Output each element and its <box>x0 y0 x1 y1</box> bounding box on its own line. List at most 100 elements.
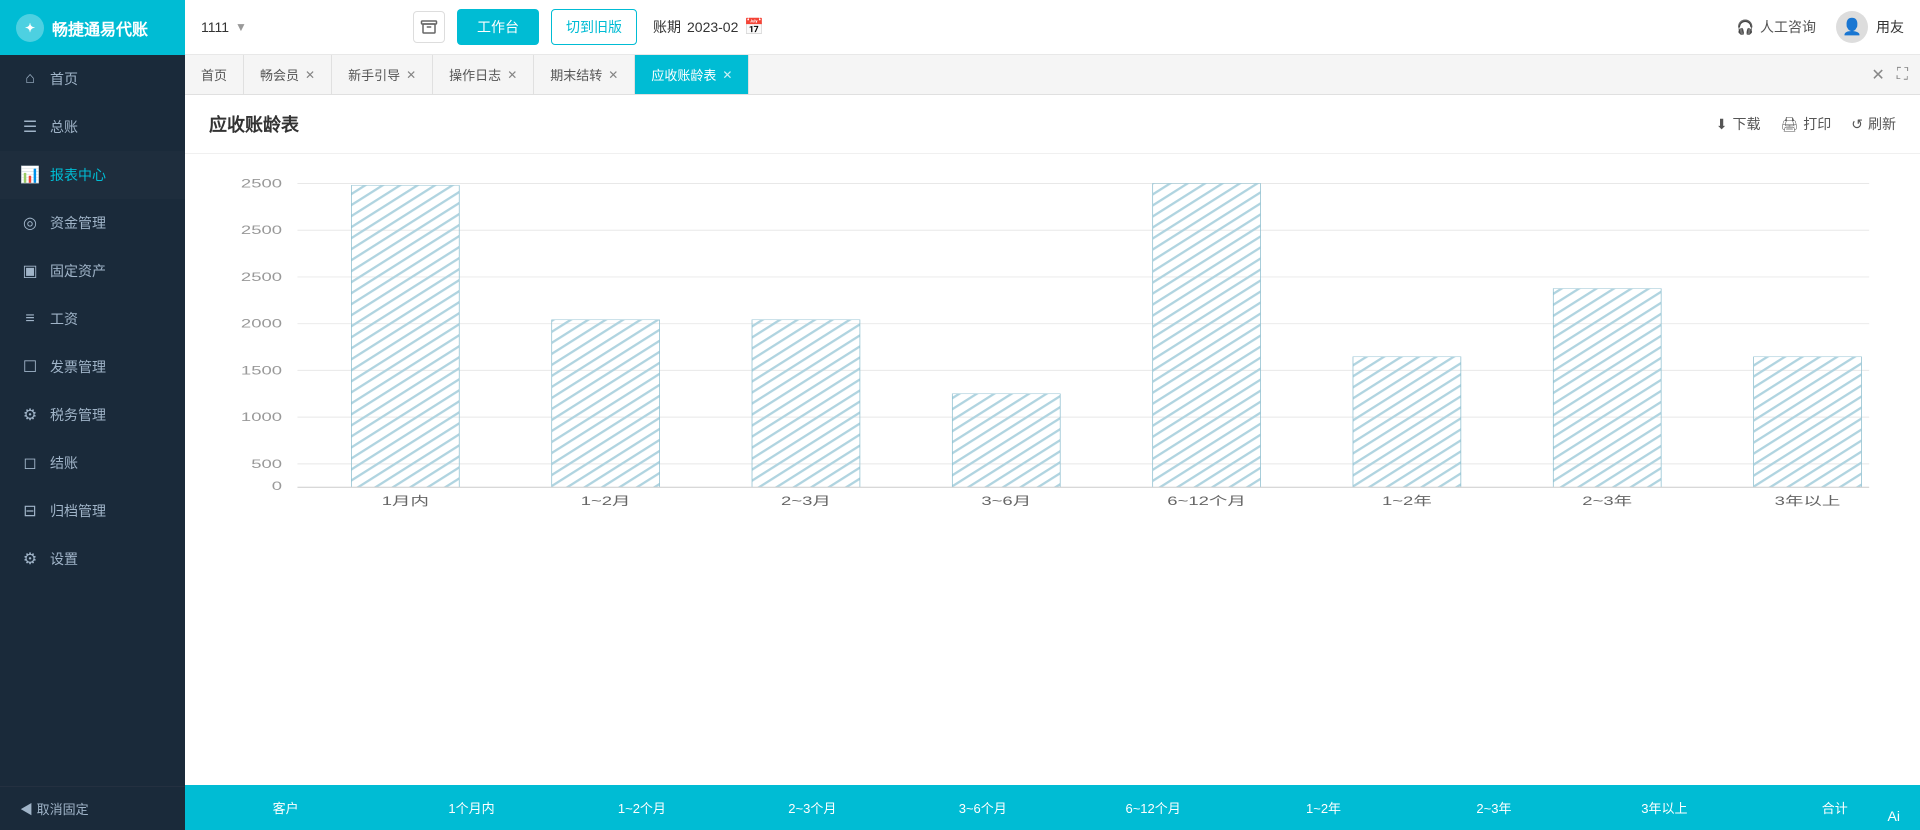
svg-text:2~3月: 2~3月 <box>781 495 831 508</box>
table-th-客户: 客户 <box>185 798 386 817</box>
sidebar-label-home: 首页 <box>50 69 78 89</box>
sidebar-icon-settings: ⚙ <box>20 549 40 569</box>
sidebar-logo: ✦ 畅捷通易代账 <box>0 0 185 55</box>
topbar: 1111 ▼ 工作台 切到旧版 账期 2023-02 📅 🎧 人工咨询 👤 用友 <box>185 0 1920 55</box>
sidebar-item-invoice[interactable]: ☐ 发票管理 <box>0 343 185 391</box>
table-th-3~6个月: 3~6个月 <box>898 798 1068 817</box>
svg-text:6~12个月: 6~12个月 <box>1167 494 1246 508</box>
tab-label-guide: 新手引导 <box>348 65 400 84</box>
avatar: 👤 <box>1836 11 1868 43</box>
sidebar-icon-checkout: ◻ <box>20 453 40 473</box>
sidebar-label-reports: 报表中心 <box>50 165 106 185</box>
tab-close-guide[interactable]: ✕ <box>406 68 416 82</box>
sidebar-item-funds[interactable]: ◎ 资金管理 <box>0 199 185 247</box>
tabbar-actions: ✕ ⛶ <box>1859 55 1920 94</box>
support-button[interactable]: 🎧 人工咨询 <box>1737 17 1816 37</box>
tab-label-member: 畅会员 <box>260 65 299 84</box>
tab-label-period-end: 期末结转 <box>550 65 602 84</box>
archive-button[interactable] <box>413 11 445 43</box>
user-name: 用友 <box>1876 17 1904 37</box>
tab-member[interactable]: 畅会员 ✕ <box>244 55 332 94</box>
sidebar-label-settings: 设置 <box>50 549 78 569</box>
period-display: 账期 2023-02 📅 <box>653 17 764 37</box>
user-menu[interactable]: 👤 用友 <box>1836 11 1904 43</box>
sidebar-label-assets: 固定资产 <box>50 261 106 281</box>
company-dropdown-icon: ▼ <box>235 20 247 34</box>
tabbar: 首页 畅会员 ✕ 新手引导 ✕ 操作日志 ✕ 期末结转 ✕ 应收账龄表 ✕ ✕ ⛶ <box>185 55 1920 95</box>
tab-label-log: 操作日志 <box>449 65 501 84</box>
sidebar-nav: ⌂ 首页 ☰ 总账 📊 报表中心 ◎ 资金管理 ▣ 固定资产 ≡ 工资 ☐ 发票… <box>0 55 185 786</box>
svg-text:3~6月: 3~6月 <box>981 495 1031 508</box>
ai-badge[interactable]: Ai <box>1868 802 1920 830</box>
print-button[interactable]: 🖨 打印 <box>1780 114 1831 134</box>
refresh-icon: ↺ <box>1851 116 1863 133</box>
refresh-button[interactable]: ↺ 刷新 <box>1851 114 1896 134</box>
sidebar-icon-invoice: ☐ <box>20 357 40 377</box>
sidebar-item-ledger[interactable]: ☰ 总账 <box>0 103 185 151</box>
workbench-button[interactable]: 工作台 <box>457 9 539 45</box>
chart-area: 2500 2500 2500 2000 1500 1000 500 0 1月内 <box>185 154 1920 785</box>
print-icon: 🖨 <box>1780 116 1798 133</box>
content-actions: ⬇ 下载 🖨 打印 ↺ 刷新 <box>1716 114 1896 134</box>
tab-guide[interactable]: 新手引导 ✕ <box>332 55 433 94</box>
svg-text:2500: 2500 <box>241 224 282 237</box>
table-th-2~3个月: 2~3个月 <box>727 798 897 817</box>
svg-text:2000: 2000 <box>241 318 282 331</box>
tab-close-aging[interactable]: ✕ <box>722 68 732 82</box>
sidebar-icon-ledger: ☰ <box>20 117 40 137</box>
sidebar-icon-reports: 📊 <box>20 165 40 185</box>
sidebar-icon-assets: ▣ <box>20 261 40 281</box>
table-header: 客户1个月内1~2个月2~3个月3~6个月6~12个月1~2年2~3年3年以上合… <box>185 785 1920 830</box>
sidebar-label-salary: 工资 <box>50 309 78 329</box>
table-th-6~12个月: 6~12个月 <box>1068 798 1238 817</box>
bar-3-6-month <box>952 394 1060 487</box>
bar-1-2-year <box>1353 357 1461 487</box>
tab-close-log[interactable]: ✕ <box>507 68 517 82</box>
sidebar-item-assets[interactable]: ▣ 固定资产 <box>0 247 185 295</box>
svg-text:2500: 2500 <box>241 178 282 191</box>
tab-close-member[interactable]: ✕ <box>305 68 315 82</box>
sidebar-item-archive[interactable]: ⊟ 归档管理 <box>0 487 185 535</box>
tab-period-end[interactable]: 期末结转 ✕ <box>534 55 635 94</box>
aging-chart: 2500 2500 2500 2000 1500 1000 500 0 1月内 <box>205 164 1900 534</box>
sidebar-label-funds: 资金管理 <box>50 213 106 233</box>
sidebar-icon-home: ⌂ <box>20 70 40 88</box>
expand-icon[interactable]: ⛶ <box>1897 66 1908 84</box>
refresh-label: 刷新 <box>1868 114 1896 134</box>
company-selector[interactable]: 1111 ▼ <box>201 19 401 35</box>
tab-label-aging: 应收账龄表 <box>651 65 716 84</box>
tab-log[interactable]: 操作日志 ✕ <box>433 55 534 94</box>
sidebar-item-salary[interactable]: ≡ 工资 <box>0 295 185 343</box>
tab-label-home: 首页 <box>201 65 227 84</box>
bar-1-month <box>351 185 459 487</box>
sidebar-item-settings[interactable]: ⚙ 设置 <box>0 535 185 583</box>
table-th-3年以上: 3年以上 <box>1579 798 1749 817</box>
table-th-1个月内: 1个月内 <box>386 798 556 817</box>
sidebar-item-checkout[interactable]: ◻ 结账 <box>0 439 185 487</box>
svg-text:2~3年: 2~3年 <box>1582 494 1632 508</box>
sidebar-label-checkout: 结账 <box>50 453 78 473</box>
tab-close-period-end[interactable]: ✕ <box>608 68 618 82</box>
tab-aging[interactable]: 应收账龄表 ✕ <box>635 55 749 94</box>
svg-text:0: 0 <box>272 480 282 493</box>
svg-text:3年以上: 3年以上 <box>1775 494 1841 508</box>
main-area: 1111 ▼ 工作台 切到旧版 账期 2023-02 📅 🎧 人工咨询 👤 用友 <box>185 0 1920 830</box>
table-th-1~2个月: 1~2个月 <box>557 798 727 817</box>
svg-text:1~2月: 1~2月 <box>581 495 631 508</box>
download-button[interactable]: ⬇ 下载 <box>1716 114 1761 134</box>
sidebar-pin-toggle[interactable]: ◀ 取消固定 <box>0 786 185 830</box>
sidebar-item-home[interactable]: ⌂ 首页 <box>0 55 185 103</box>
calendar-icon[interactable]: 📅 <box>744 17 764 37</box>
switch-version-button[interactable]: 切到旧版 <box>551 9 637 45</box>
bar-1-2-month <box>552 320 660 487</box>
sidebar-icon-funds: ◎ <box>20 213 40 233</box>
sidebar-label-tax: 税务管理 <box>50 405 106 425</box>
sidebar-item-reports[interactable]: 📊 报表中心 <box>0 151 185 199</box>
sidebar-item-tax[interactable]: ⚙ 税务管理 <box>0 391 185 439</box>
content-area: 应收账龄表 ⬇ 下载 🖨 打印 ↺ 刷新 <box>185 95 1920 830</box>
close-all-icon[interactable]: ✕ <box>1871 65 1884 85</box>
period-label: 账期 <box>653 17 681 37</box>
table-th-1~2年: 1~2年 <box>1238 798 1408 817</box>
tab-home[interactable]: 首页 <box>185 55 244 94</box>
svg-text:2500: 2500 <box>241 271 282 284</box>
